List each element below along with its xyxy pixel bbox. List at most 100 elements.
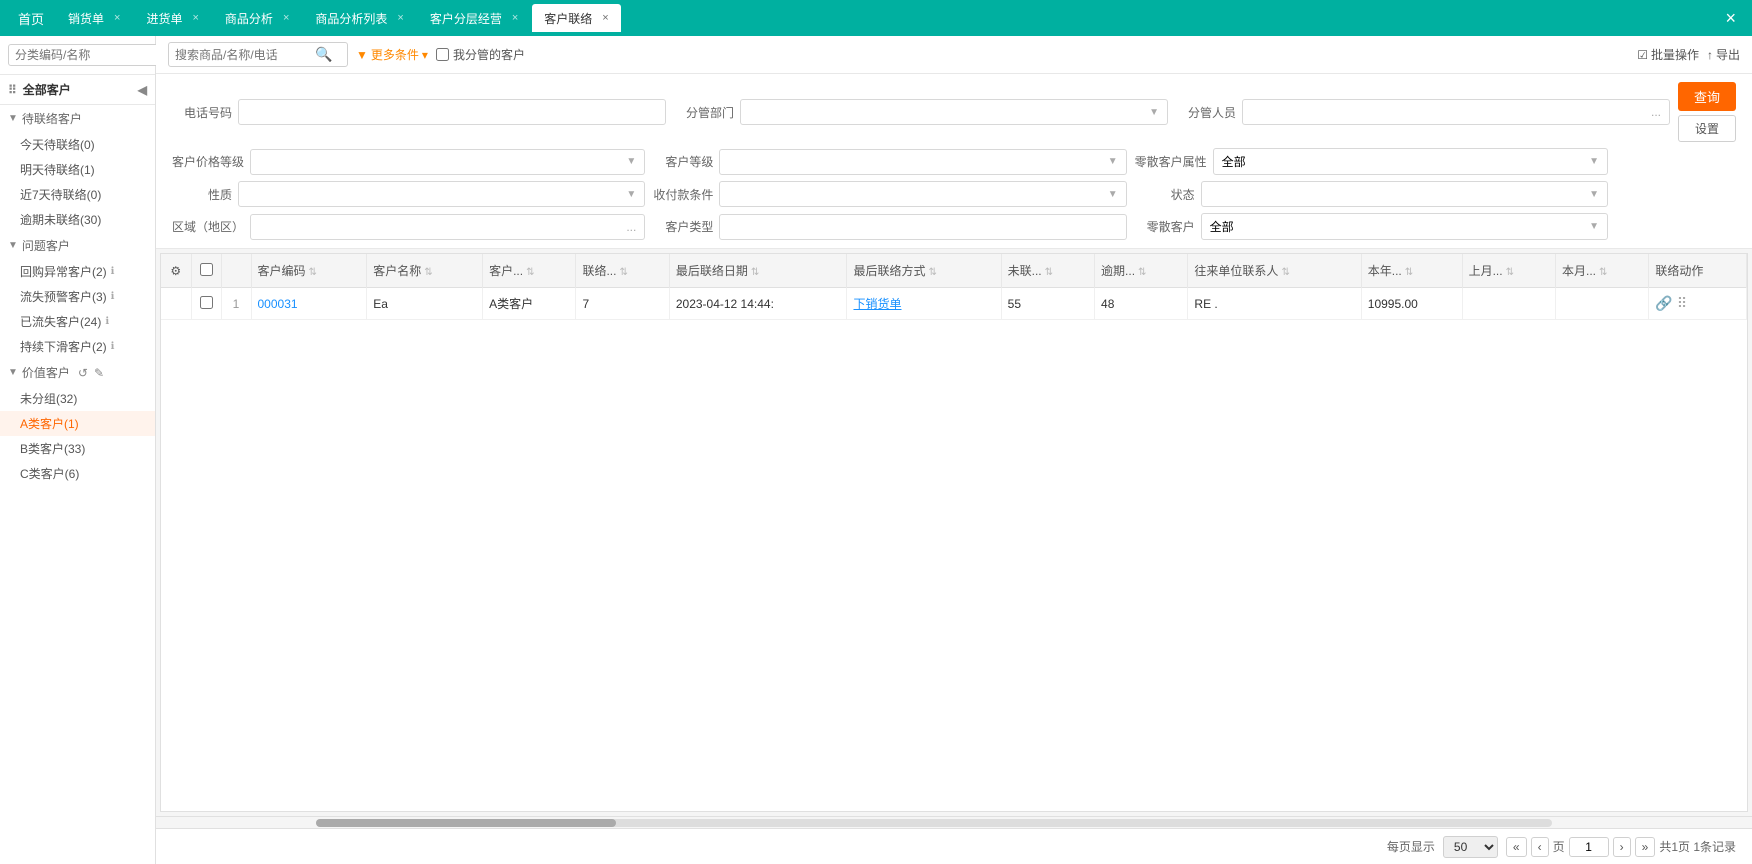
- row-actions: 🔗 ⠿: [1649, 288, 1747, 320]
- th-name[interactable]: 客户名称⇅: [367, 254, 483, 288]
- page-number-input[interactable]: [1569, 837, 1609, 857]
- next-page-button[interactable]: ›: [1613, 837, 1631, 857]
- info-icon-3: ℹ: [105, 316, 109, 327]
- row-code[interactable]: 000031: [251, 288, 367, 320]
- nav-tab-analysis-close[interactable]: ×: [283, 12, 289, 24]
- scatter-attr-select[interactable]: 全部▼: [1213, 148, 1608, 175]
- filter-field-manager: 分管人员 ...: [1176, 99, 1670, 125]
- sidebar-item-a-class[interactable]: A类客户(1): [0, 411, 155, 436]
- filter-search-button[interactable]: 🔍: [315, 46, 332, 63]
- filter-field-payment: 收付款条件 ▼: [653, 181, 1126, 207]
- main-container: 🔍 ⠿ 全部客户 ◀ ▼ 待联络客户 今天待联络(0) 明天待联络(1) 近7天…: [0, 36, 1752, 864]
- filter-search-input[interactable]: [175, 48, 315, 62]
- scatter-customer-select[interactable]: 全部▼: [1201, 213, 1608, 240]
- sidebar-item-lost[interactable]: 已流失客户(24) ℹ: [0, 309, 155, 334]
- row-checkbox[interactable]: [200, 296, 213, 309]
- th-code[interactable]: 客户编码⇅: [251, 254, 367, 288]
- nav-tab-analysis-list-close[interactable]: ×: [397, 12, 403, 24]
- settings-button[interactable]: 设置: [1678, 115, 1736, 142]
- first-page-button[interactable]: «: [1506, 837, 1527, 857]
- th-overdue[interactable]: 逾期...⇅: [1095, 254, 1188, 288]
- nav-tab-customer-contact[interactable]: 客户联络 ×: [532, 4, 620, 32]
- nav-tab-purchase-close[interactable]: ×: [192, 12, 198, 24]
- nav-tab-sales-close[interactable]: ×: [114, 12, 120, 24]
- last-method-link[interactable]: 下销货单: [853, 297, 901, 311]
- payment-select[interactable]: ▼: [719, 181, 1126, 207]
- row-last-method[interactable]: 下销货单: [847, 288, 1001, 320]
- export-button[interactable]: ↑ 导出: [1707, 46, 1740, 63]
- close-all-button[interactable]: ×: [1717, 8, 1744, 29]
- table-header-row: ⚙ 客户编码⇅ 客户名称⇅ 客户...⇅ 联络...⇅ 最后联络日期⇅ 最后联络…: [161, 254, 1747, 288]
- advanced-filter-panel: 电话号码 分管部门 ▼ 分管人员 ... 查询 设置: [156, 74, 1752, 249]
- nav-tab-sales[interactable]: 销货单 ×: [56, 4, 132, 32]
- filter-row-3: 性质 ▼ 收付款条件 ▼ 状态 ▼: [172, 181, 1736, 207]
- th-this-month[interactable]: 本月...⇅: [1555, 254, 1648, 288]
- my-customers-checkbox[interactable]: [436, 48, 449, 61]
- value-refresh-icon[interactable]: ↺: [78, 366, 88, 380]
- prev-page-button[interactable]: ‹: [1531, 837, 1549, 857]
- th-this-year[interactable]: 本年...⇅: [1361, 254, 1462, 288]
- nav-tab-customer-contact-close[interactable]: ×: [602, 12, 608, 24]
- last-method-sort-icon: ⇅: [929, 267, 937, 278]
- sidebar-item-today[interactable]: 今天待联络(0): [0, 132, 155, 157]
- sidebar-item-declining[interactable]: 持续下滑客户(2) ℹ: [0, 334, 155, 359]
- customer-level-select[interactable]: ▼: [719, 149, 1126, 175]
- th-last-date[interactable]: 最后联络日期⇅: [669, 254, 847, 288]
- row-action-link-icon[interactable]: 🔗: [1655, 295, 1672, 312]
- sidebar-item-repurchase-abnormal[interactable]: 回购异常客户(2) ℹ: [0, 259, 155, 284]
- sidebar-item-7days[interactable]: 近7天待联络(0): [0, 182, 155, 207]
- sidebar-item-overdue-label: 逾期未联络(30): [20, 211, 101, 228]
- sidebar-section-pending[interactable]: ▼ 待联络客户: [0, 105, 155, 132]
- horizontal-scrollbar[interactable]: [156, 816, 1752, 828]
- my-customers-checkbox-label[interactable]: 我分管的客户: [436, 46, 525, 63]
- nav-tab-analysis-list[interactable]: 商品分析列表 ×: [303, 4, 415, 32]
- sidebar-item-c-class[interactable]: C类客户(6): [0, 461, 155, 486]
- sidebar-section-problem[interactable]: ▼ 问题客户: [0, 232, 155, 259]
- per-page-select[interactable]: 50 100 200: [1443, 836, 1498, 858]
- price-level-select[interactable]: ▼: [250, 149, 645, 175]
- dept-select[interactable]: ▼: [740, 99, 1168, 125]
- nav-home[interactable]: 首页: [8, 9, 54, 28]
- total-pages-info: 共1页 1条记录: [1659, 838, 1736, 855]
- sidebar-item-b-class[interactable]: B类客户(33): [0, 436, 155, 461]
- customer-type-input[interactable]: [719, 214, 1126, 240]
- sidebar-collapse-icon[interactable]: ◀: [138, 83, 147, 97]
- sidebar-search-input[interactable]: [8, 44, 177, 66]
- nav-tab-analysis[interactable]: 商品分析 ×: [213, 4, 301, 32]
- row-action-qr-icon[interactable]: ⠿: [1677, 295, 1687, 312]
- th-type[interactable]: 客户...⇅: [483, 254, 576, 288]
- sidebar-item-loss-warning[interactable]: 流失预警客户(3) ℹ: [0, 284, 155, 309]
- th-not-contacted[interactable]: 未联...⇅: [1001, 254, 1094, 288]
- filter-row-1: 电话号码 分管部门 ▼ 分管人员 ... 查询 设置: [172, 82, 1736, 142]
- nav-tab-purchase[interactable]: 进货单 ×: [134, 4, 210, 32]
- last-page-button[interactable]: »: [1635, 837, 1656, 857]
- th-gear[interactable]: ⚙: [161, 254, 191, 288]
- sidebar-section-value[interactable]: ▼ 价值客户 ↺ ✎: [0, 359, 155, 386]
- pending-section-label: 待联络客户: [22, 110, 82, 127]
- sidebar-item-unclassified[interactable]: 未分组(32): [0, 386, 155, 411]
- batch-operations-button[interactable]: ☑ 批量操作: [1637, 46, 1699, 63]
- th-last-month[interactable]: 上月...⇅: [1462, 254, 1555, 288]
- nav-tab-customer-segment[interactable]: 客户分层经营 ×: [418, 4, 530, 32]
- sidebar-item-tomorrow[interactable]: 明天待联络(1): [0, 157, 155, 182]
- more-filters-button[interactable]: ▼ 更多条件 ▾: [356, 46, 428, 63]
- region-input[interactable]: ...: [250, 214, 645, 240]
- filter-field-status: 状态 ▼: [1135, 181, 1608, 207]
- status-select[interactable]: ▼: [1201, 181, 1608, 207]
- more-filters-chevron: ▾: [422, 48, 428, 62]
- sidebar: 🔍 ⠿ 全部客户 ◀ ▼ 待联络客户 今天待联络(0) 明天待联络(1) 近7天…: [0, 36, 156, 864]
- select-all-checkbox[interactable]: [200, 263, 213, 276]
- manager-label: 分管人员: [1176, 104, 1236, 121]
- nature-select[interactable]: ▼: [238, 181, 645, 207]
- value-edit-icon[interactable]: ✎: [94, 366, 104, 380]
- phone-input[interactable]: [238, 99, 666, 125]
- nav-tab-customer-segment-close[interactable]: ×: [512, 12, 518, 24]
- th-unit-contact[interactable]: 往来单位联系人⇅: [1188, 254, 1361, 288]
- price-level-arrow-icon: ▼: [626, 156, 636, 167]
- sidebar-item-overdue[interactable]: 逾期未联络(30): [0, 207, 155, 232]
- scrollbar-thumb[interactable]: [316, 819, 616, 827]
- manager-input[interactable]: ...: [1242, 99, 1670, 125]
- th-last-method[interactable]: 最后联络方式⇅: [847, 254, 1001, 288]
- th-contact[interactable]: 联络...⇅: [576, 254, 669, 288]
- query-button[interactable]: 查询: [1678, 82, 1736, 111]
